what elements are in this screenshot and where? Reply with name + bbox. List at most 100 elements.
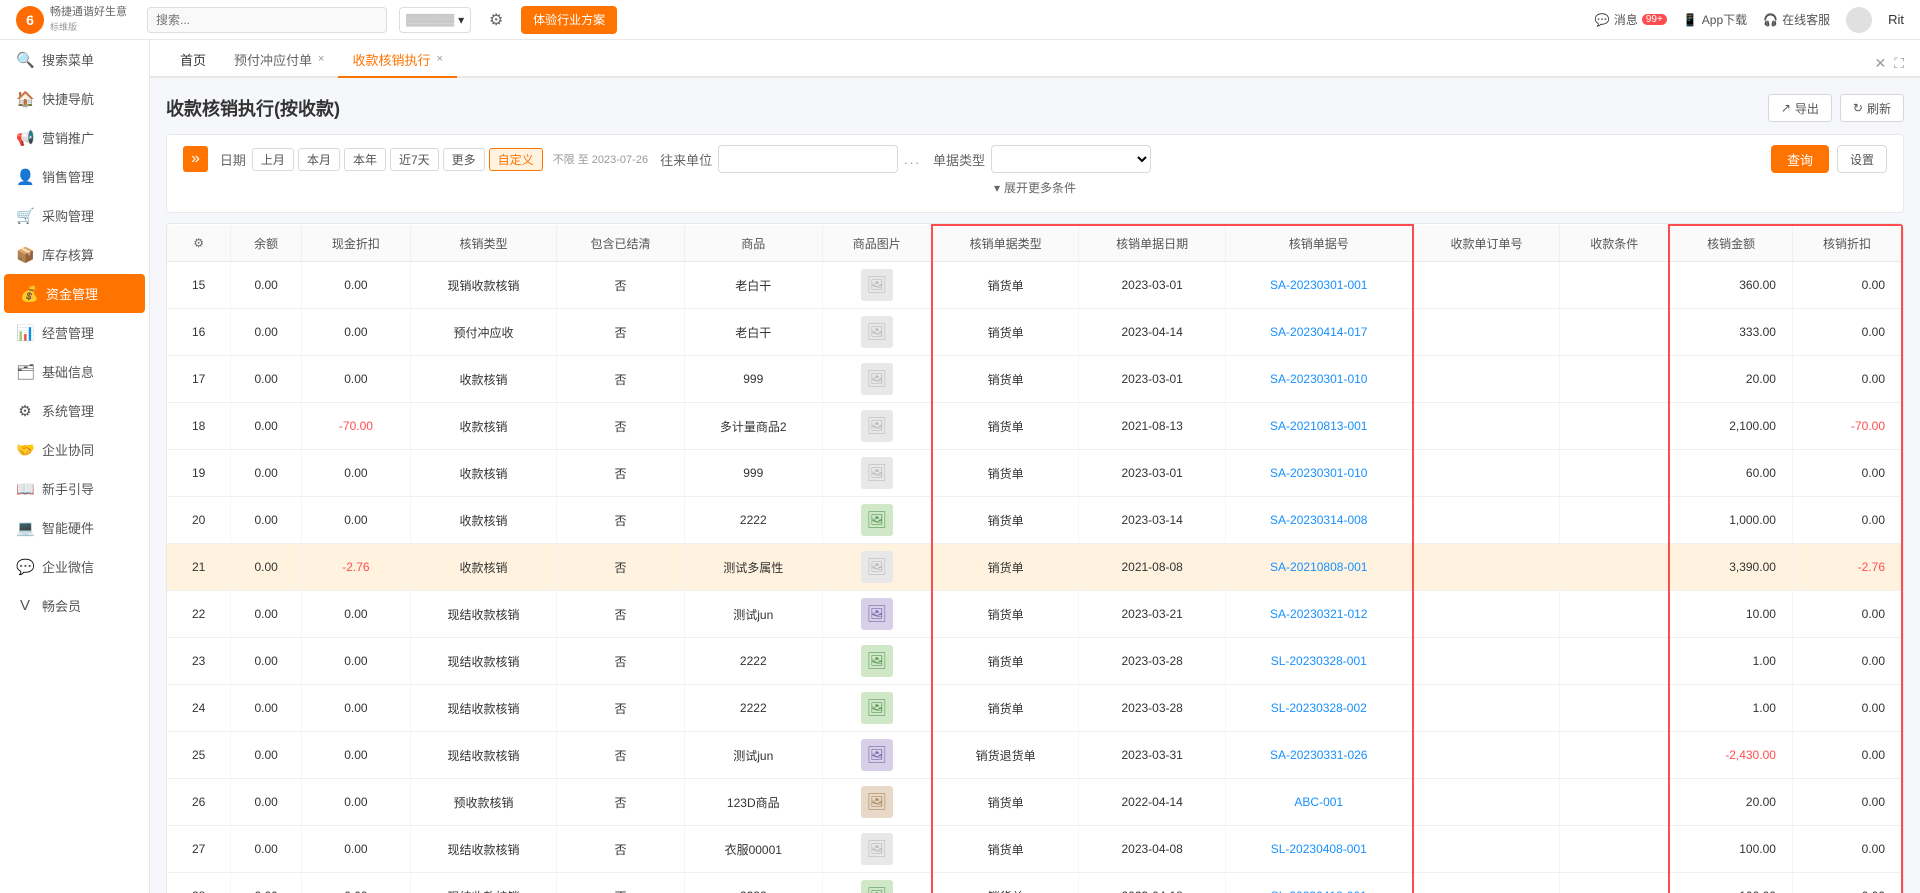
btn-cur-year[interactable]: 本年 — [344, 148, 386, 171]
sidebar-item-finance[interactable]: 💰 资金管理 — [4, 274, 145, 313]
app-download-action[interactable]: 📱 App下载 — [1683, 11, 1747, 28]
table-row: 27 0.00 0.00 现结收款核销 否 衣服00001 🖼 销货单 2023… — [167, 826, 1902, 873]
cell-receipt-no — [1413, 450, 1560, 497]
cell-balance: 0.00 — [231, 403, 302, 450]
tab-verify-close[interactable]: × — [436, 54, 442, 65]
export-button[interactable]: ↗ 导出 — [1768, 94, 1832, 122]
avatar[interactable] — [1846, 7, 1872, 33]
sidebar-item-sales[interactable]: 👤 销售管理 — [0, 157, 149, 196]
sidebar-item-corp[interactable]: 🤝 企业协同 — [0, 430, 149, 469]
cell-include-settled: 否 — [557, 356, 685, 403]
verify-no-link[interactable]: SL-20230408-001 — [1271, 842, 1367, 856]
user-name: Rit — [1888, 12, 1904, 27]
cell-verify-amount: 10.00 — [1669, 591, 1792, 638]
cell-verify-amount: 2,100.00 — [1669, 403, 1792, 450]
verify-no-link[interactable]: SA-20230301-001 — [1270, 278, 1367, 292]
cell-verify-amount: 1.00 — [1669, 638, 1792, 685]
btn-7days[interactable]: 近7天 — [390, 148, 439, 171]
verify-no-link[interactable]: SL-20230418-001 — [1271, 889, 1367, 893]
cell-verify-amount: 1.00 — [1669, 685, 1792, 732]
cell-product: 测试多属性 — [684, 544, 822, 591]
maximize-icon[interactable]: ⛶ — [1894, 55, 1904, 72]
dropdown-selector[interactable]: ▓▓▓▓▓▓ ▾ — [399, 7, 471, 33]
column-settings-icon[interactable]: ⚙ — [189, 233, 209, 253]
verify-no-link[interactable]: SA-20230414-017 — [1270, 325, 1367, 339]
cell-product-img: 🖼 — [822, 262, 931, 309]
refresh-button[interactable]: ↻ 刷新 — [1840, 94, 1904, 122]
close-window-icon[interactable]: ✕ — [1874, 55, 1886, 72]
verify-no-link[interactable]: SA-20210808-001 — [1270, 560, 1367, 574]
tab-prepay[interactable]: 预付冲应付单 × — [220, 42, 338, 78]
megaphone-icon: 📢 — [16, 129, 34, 147]
sidebar: 🔍 搜索菜单 🏠 快捷导航 📢 营销推广 👤 销售管理 🛒 采购管理 📦 库存核… — [0, 40, 150, 893]
query-button[interactable]: 查询 — [1771, 145, 1829, 173]
verify-no-link[interactable]: SA-20230301-010 — [1270, 466, 1367, 480]
search-input[interactable] — [147, 7, 387, 33]
sidebar-item-hardware[interactable]: 💻 智能硬件 — [0, 508, 149, 547]
cell-verify-date: 2022-04-14 — [1079, 779, 1225, 826]
cell-cash-discount: 0.00 — [302, 685, 411, 732]
table-scroll-area[interactable]: ⚙ 余额 现金折扣 核销类型 包含已结清 商品 商品图片 核销单据类型 核销单据… — [167, 224, 1903, 893]
counterpart-input[interactable] — [718, 145, 898, 173]
industry-btn[interactable]: 体验行业方案 — [521, 6, 617, 34]
messages-action[interactable]: 💬 消息 99+ — [1595, 11, 1667, 28]
online-service-action[interactable]: 🎧 在线客服 — [1763, 11, 1830, 28]
btn-custom-date[interactable]: 自定义 — [489, 148, 543, 171]
receipt-type-select[interactable] — [991, 145, 1151, 173]
verify-no-link[interactable]: SA-20230331-026 — [1270, 748, 1367, 762]
expand-more-btn[interactable]: ▾ 展开更多条件 — [183, 179, 1887, 196]
cell-verify-discount: 0.00 — [1792, 309, 1902, 356]
cell-index: 22 — [167, 591, 231, 638]
sidebar-item-quicknav[interactable]: 🏠 快捷导航 — [0, 79, 149, 118]
handshake-icon: 🤝 — [16, 441, 34, 459]
th-settings[interactable]: ⚙ — [167, 225, 231, 262]
tab-verify[interactable]: 收款核销执行 × — [338, 42, 456, 78]
cell-balance: 0.00 — [231, 591, 302, 638]
table-body: 15 0.00 0.00 现销收款核销 否 老白干 🖼 销货单 2023-03-… — [167, 262, 1902, 893]
sidebar-item-bizmanage[interactable]: 📊 经营管理 — [0, 313, 149, 352]
sidebar-item-marketing[interactable]: 📢 营销推广 — [0, 118, 149, 157]
cell-receipt-no — [1413, 356, 1560, 403]
sidebar-label: 畅会员 — [42, 596, 81, 615]
filter-bar: » 日期 上月 本月 本年 近7天 更多 自定义 不限 至 2023-07-26 — [166, 134, 1904, 213]
cell-receipt-no — [1413, 544, 1560, 591]
tab-home[interactable]: 首页 — [166, 42, 220, 78]
sidebar-item-wechat[interactable]: 💬 企业微信 — [0, 547, 149, 586]
top-actions: 💬 消息 99+ 📱 App下载 🎧 在线客服 Rit — [1595, 7, 1904, 33]
settings-icon[interactable]: ⚙ — [483, 7, 509, 33]
sidebar-item-inventory[interactable]: 📦 库存核算 — [0, 235, 149, 274]
cell-verify-type: 现结收款核销 — [410, 591, 556, 638]
cell-product-img: 🖼 — [822, 309, 931, 356]
cell-product-img: 🖼 — [822, 638, 931, 685]
person-icon: 👤 — [16, 168, 34, 186]
tab-prepay-close[interactable]: × — [318, 54, 324, 65]
sidebar-item-purchase[interactable]: 🛒 采购管理 — [0, 196, 149, 235]
verify-no-link[interactable]: SA-20230301-010 — [1270, 372, 1367, 386]
verify-no-link[interactable]: SA-20230321-012 — [1270, 607, 1367, 621]
verify-no-link[interactable]: SL-20230328-001 — [1271, 654, 1367, 668]
th-receipt-no: 收款单订单号 — [1413, 225, 1560, 262]
cell-verify-discount: 0.00 — [1792, 732, 1902, 779]
sidebar-item-guide[interactable]: 📖 新手引导 — [0, 469, 149, 508]
sidebar-item-system[interactable]: ⚙ 系统管理 — [0, 391, 149, 430]
chevron-down-icon: ▾ — [994, 181, 1000, 195]
cell-cash-discount: 0.00 — [302, 262, 411, 309]
cell-product: 2222 — [684, 873, 822, 893]
btn-more-date[interactable]: 更多 — [443, 148, 485, 171]
btn-cur-month[interactable]: 本月 — [298, 148, 340, 171]
cell-verify-discount: 0.00 — [1792, 873, 1902, 893]
cell-receipt-cond — [1560, 262, 1669, 309]
sidebar-item-base[interactable]: 🗂 基础信息 — [0, 352, 149, 391]
cell-verify-type: 现结收款核销 — [410, 873, 556, 893]
btn-prev-month[interactable]: 上月 — [252, 148, 294, 171]
verify-no-link[interactable]: ABC-001 — [1294, 795, 1343, 809]
verify-no-link[interactable]: SL-20230328-002 — [1271, 701, 1367, 715]
sidebar-item-search[interactable]: 🔍 搜索菜单 — [0, 40, 149, 79]
sidebar-item-vip[interactable]: V 畅会员 — [0, 586, 149, 625]
cell-receipt-cond — [1560, 591, 1669, 638]
verify-no-link[interactable]: SA-20210813-001 — [1270, 419, 1367, 433]
filter-collapse-btn[interactable]: » — [183, 146, 208, 172]
cell-verify-receipt-type: 销货单 — [932, 873, 1079, 893]
verify-no-link[interactable]: SA-20230314-008 — [1270, 513, 1367, 527]
settings-button[interactable]: 设置 — [1837, 145, 1887, 173]
